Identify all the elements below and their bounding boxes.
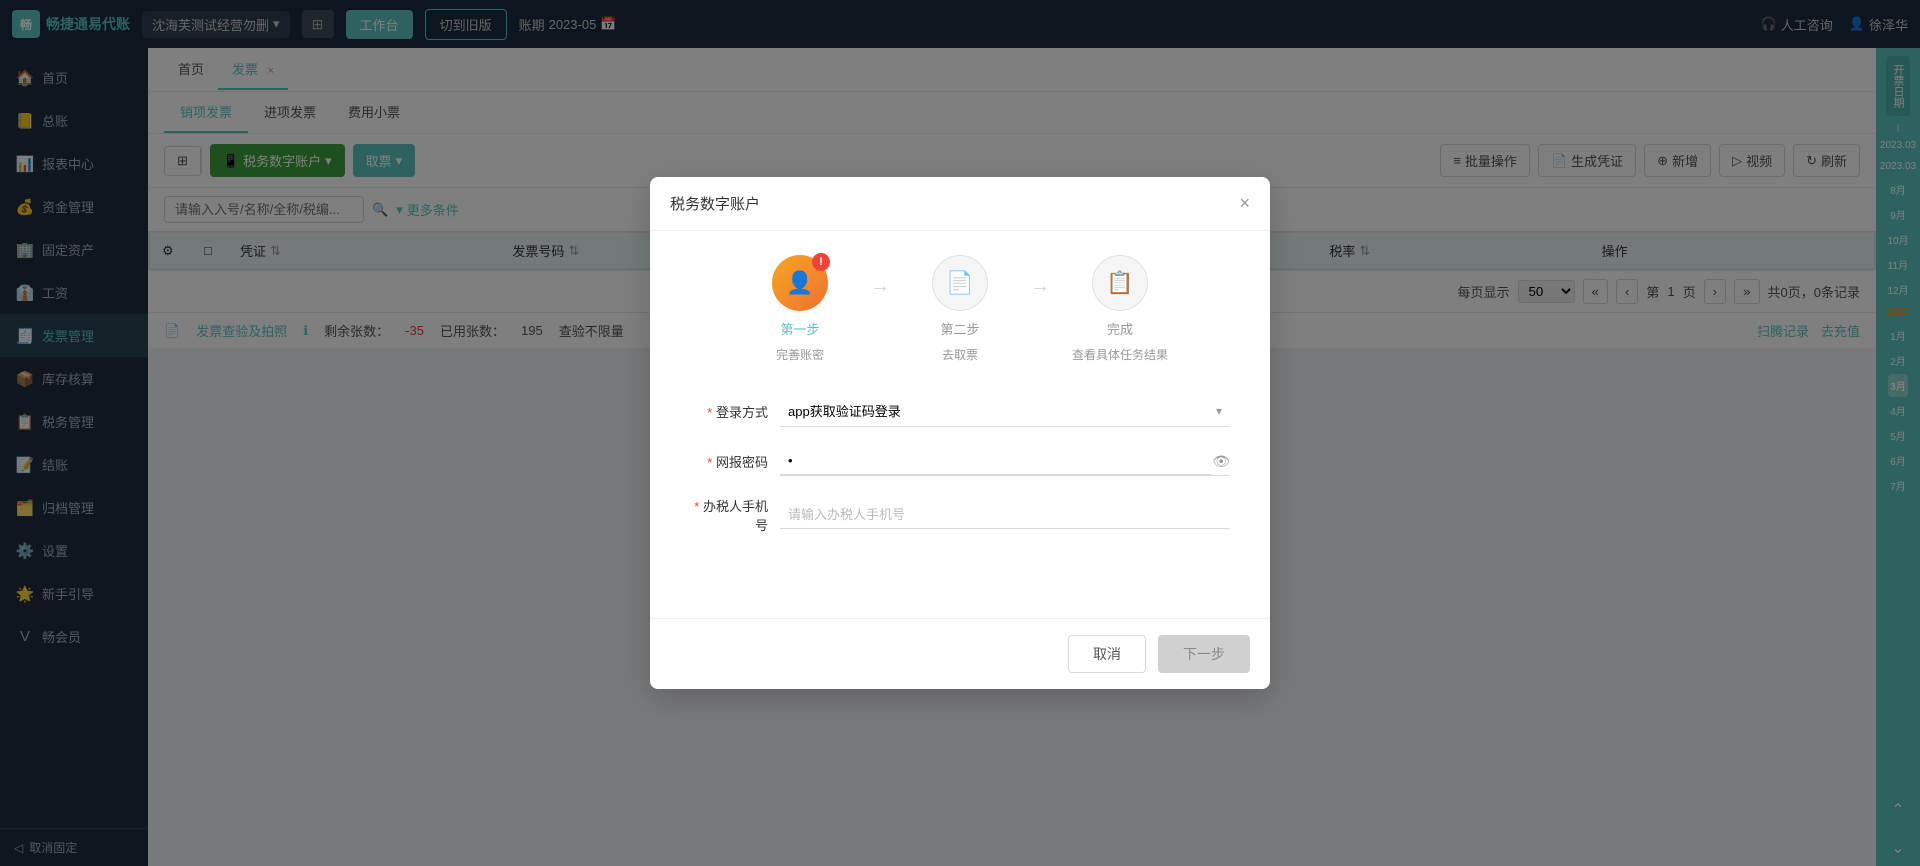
step-1-badge: !: [812, 253, 830, 271]
step-arrow-2: →: [1030, 255, 1050, 298]
step-2: 📄 第二步 去取票: [890, 255, 1030, 363]
digital-account-dialog: 税务数字账户 × 👤 ! 第一步 完善账密 →: [650, 177, 1270, 689]
show-password-icon[interactable]: 👁: [1212, 453, 1230, 470]
step-3-label: 完成: [1107, 319, 1133, 338]
tax-phone-input[interactable]: [780, 501, 1230, 529]
required-star-3: *: [694, 499, 699, 514]
step-1-desc: 完善账密: [776, 346, 824, 363]
tax-phone-row: * 办税人手机号: [690, 496, 1230, 534]
login-method-value: app获取验证码登录: [788, 401, 901, 420]
step-2-circle: 📄: [932, 255, 988, 311]
required-star: *: [707, 405, 712, 420]
step-2-label: 第二步: [940, 319, 979, 338]
web-password-label: * 网报密码: [690, 452, 780, 471]
dialog-footer: 取消 下一步: [650, 618, 1270, 689]
step-2-desc: 去取票: [942, 346, 978, 363]
dialog-title: 税务数字账户: [670, 193, 760, 214]
step-3: 📋 完成 查看具体任务结果: [1050, 255, 1190, 363]
step-3-circle: 📋: [1092, 255, 1148, 311]
step-3-icon: 📋: [1106, 270, 1133, 296]
step-1-label: 第一步: [780, 319, 819, 338]
step-1: 👤 ! 第一步 完善账密: [730, 255, 870, 363]
modal-overlay: 税务数字账户 × 👤 ! 第一步 完善账密 →: [0, 0, 1920, 866]
web-password-input[interactable]: [780, 447, 1212, 475]
step-1-circle: 👤 !: [772, 255, 828, 311]
cancel-button[interactable]: 取消: [1068, 635, 1146, 673]
dropdown-arrow-icon: ▾: [1216, 404, 1222, 418]
step-3-desc: 查看具体任务结果: [1072, 346, 1168, 363]
dialog-header: 税务数字账户 ×: [650, 177, 1270, 231]
login-method-dropdown[interactable]: app获取验证码登录 ▾: [780, 395, 1230, 427]
web-password-row: * 网报密码 👁: [690, 447, 1230, 476]
login-method-row: * 登录方式 app获取验证码登录 ▾: [690, 395, 1230, 427]
required-star-2: *: [707, 455, 712, 470]
step-1-icon: 👤: [786, 270, 813, 296]
step-2-icon: 📄: [946, 270, 973, 296]
dialog-body: 👤 ! 第一步 完善账密 → 📄 第二步 去取票 →: [650, 231, 1270, 618]
login-method-label: * 登录方式: [690, 402, 780, 421]
dialog-form: * 登录方式 app获取验证码登录 ▾ * 网报密码: [690, 395, 1230, 534]
dialog-close-button[interactable]: ×: [1239, 193, 1250, 214]
steps-indicator: 👤 ! 第一步 完善账密 → 📄 第二步 去取票 →: [690, 255, 1230, 363]
tax-phone-label: * 办税人手机号: [690, 496, 780, 534]
step-arrow-1: →: [870, 255, 890, 298]
next-step-button[interactable]: 下一步: [1158, 635, 1250, 673]
